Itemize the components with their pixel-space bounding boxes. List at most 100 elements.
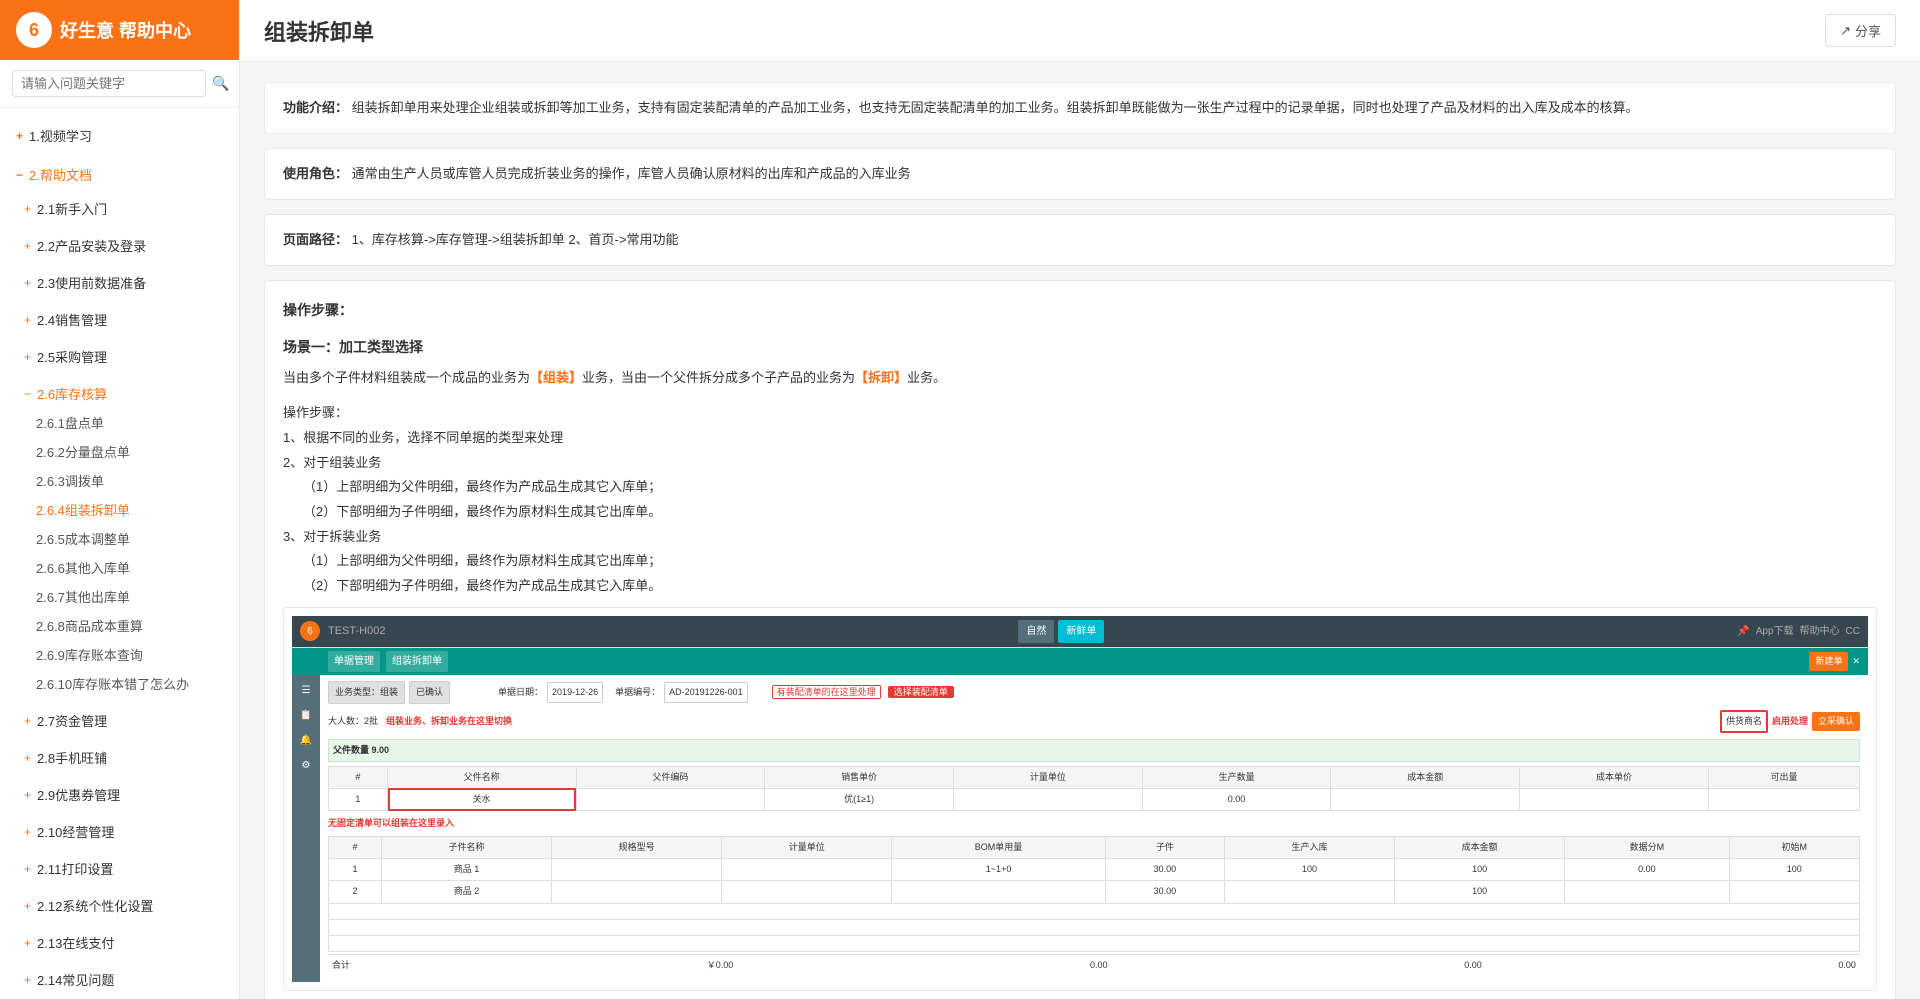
sidebar-sub-2-7-header[interactable]: + 2.7资金管理 [0, 706, 239, 735]
mock-cth-init: 初始M [1729, 837, 1859, 859]
sidebar-sub-2-5-header[interactable]: + 2.5采购管理 [0, 342, 239, 371]
sub-2-4-label: 2.4销售管理 [37, 310, 107, 329]
mock-ctd-init-1: 100 [1729, 859, 1859, 881]
mock-section-tabs: 单据管理 组装拆卸单 [328, 651, 448, 672]
sidebar-leaf-2-6-7[interactable]: 2.6.7其他出库单 [0, 582, 239, 611]
content-area: 功能介绍： 组装拆卸单用来处理企业组装或拆卸等加工业务，支持有固定装配清单的产品… [240, 62, 1920, 999]
mock-total-in: 0.00 [1090, 957, 1108, 974]
sidebar-sub-2-4-header[interactable]: + 2.4销售管理 [0, 305, 239, 334]
search-bar: 🔍 [0, 60, 239, 108]
mock-cth-cost: 成本金额 [1395, 837, 1565, 859]
mock-th-unit: 计量单位 [953, 766, 1142, 788]
role-block: 使用角色： 通常由生产人员或库管人员完成折装业务的操作，库管人员确认原材料的出库… [264, 148, 1896, 200]
sidebar-leaf-2-6-9[interactable]: 2.6.9库存账本查询 [0, 640, 239, 669]
ops-steps-label: 操作步骤： [283, 297, 1877, 324]
mock-icon-1: ☰ [302, 681, 311, 700]
scenario-1-label: 场景一：加工类型选择 [283, 334, 1877, 361]
sidebar-sub-2-3-header[interactable]: + 2.3使用前数据准备 [0, 268, 239, 297]
sidebar-sub-2-14: + 2.14常见问题 [0, 961, 239, 998]
mock-ctd-init-2 [1729, 881, 1859, 903]
sidebar-leaf-2-6-8[interactable]: 2.6.8商品成本重算 [0, 611, 239, 640]
mock-ctd-name-1: 商品 1 [381, 859, 551, 881]
mock-supplier-input: 供货商名 [1720, 710, 1768, 733]
table-row: 2 商品 2 30.00 100 [329, 881, 1860, 903]
path-block: 页面路径： 1、库存核算->库存管理->组装拆卸单 2、首页->常用功能 [264, 214, 1896, 266]
sub-2-12-label: 2.12系统个性化设置 [37, 896, 153, 915]
sidebar-leaf-2-6-5[interactable]: 2.6.5成本调整单 [0, 524, 239, 553]
mock-child-table-body: 1 商品 1 1~1+0 30.00 100 100 0.00 [329, 859, 1860, 951]
sidebar-leaf-2-6-10[interactable]: 2.6.10库存账本错了怎么办 [0, 669, 239, 698]
sidebar-sub-2-8-header[interactable]: + 2.8手机旺铺 [0, 743, 239, 772]
mock-bottom-annotation: 无固定清单可以组装在这里录入 [328, 815, 1860, 832]
table-row [329, 935, 1860, 951]
share-button[interactable]: ↗ 分享 [1825, 14, 1896, 47]
function-intro-text: 组装拆卸单用来处理企业组装或拆卸等加工业务，支持有固定装配清单的产品加工业务，也… [352, 100, 1639, 115]
sidebar-section-1: + 1.视频学习 [0, 116, 239, 155]
sub-2-14-label: 2.14常见问题 [37, 970, 114, 989]
mock-ctd-unit-1 [722, 859, 892, 881]
mock-parent-table: # 父件名称 父件编码 销售单价 计量单位 生产数量 成本金额 成本单价 可出量 [328, 766, 1860, 811]
sidebar-sub-2-2: + 2.2产品安装及登录 [0, 227, 239, 264]
mock-cth-data: 数据分M [1565, 837, 1729, 859]
table-row [329, 919, 1860, 935]
sidebar-sub-2-14-header[interactable]: + 2.14常见问题 [0, 965, 239, 994]
sidebar-sub-2-7: + 2.7资金管理 [0, 702, 239, 739]
mock-td-code [576, 789, 765, 811]
mock-icon-3: 🔔 [300, 731, 312, 750]
role-text: 通常由生产人员或库管人员完成折装业务的操作，库管人员确认原材料的出库和产成品的入… [352, 166, 911, 181]
step-1: 1、根据不同的业务，选择不同单据的类型来处理 [283, 426, 1877, 451]
mock-cth-name: 子件名称 [381, 837, 551, 859]
step-2: 2、对于组装业务 [283, 451, 1877, 476]
mock-th-cost: 成本金额 [1331, 766, 1520, 788]
mock-td-cost [1331, 789, 1520, 811]
sidebar-sub-2-1-header[interactable]: + 2.1新手入门 [0, 194, 239, 223]
sub-2-3-label: 2.3使用前数据准备 [37, 273, 146, 292]
sidebar-leaf-2-6-4[interactable]: 2.6.4组装拆卸单 [0, 495, 239, 524]
share-icon: ↗ [1840, 23, 1851, 39]
mock-close-x: ✕ [1852, 653, 1860, 670]
table-row: 1 关水 优(1≥1) 0.00 [329, 789, 1860, 811]
mock-type-annotation: 组装业务、拆卸业务在这里切换 [386, 716, 512, 726]
sidebar-sub-2-2-header[interactable]: + 2.2产品安装及登录 [0, 231, 239, 260]
search-icon[interactable]: 🔍 [212, 75, 229, 92]
sub-2-12-expand-icon: + [24, 899, 31, 913]
sub-2-1-expand-icon: + [24, 202, 31, 216]
sidebar-sub-2-11-header[interactable]: + 2.11打印设置 [0, 854, 239, 883]
mock-topbar-right: 📌 App下载 帮助中心 CC [1737, 622, 1860, 641]
sidebar-sub-2-9-header[interactable]: + 2.9优惠券管理 [0, 780, 239, 809]
sidebar-sub-2-4: + 2.4销售管理 [0, 301, 239, 338]
sidebar-sub-2-12: + 2.12系统个性化设置 [0, 887, 239, 924]
sidebar-leaf-2-6-6[interactable]: 2.6.6其他入库单 [0, 553, 239, 582]
mock-total-row: 合计 ￥0.00 0.00 0.00 0.00 [328, 954, 1860, 976]
mock-right-annotation: 启用处理 [1772, 713, 1808, 730]
mock-total-out: 0.00 [1464, 957, 1482, 974]
sidebar-section-2-header[interactable]: − 2.帮助文档 [0, 159, 239, 190]
mock-date-label: 单据日期： [498, 684, 543, 701]
mock-ctd-spec-2 [552, 881, 722, 903]
mock-td-unit-cost [1520, 789, 1709, 811]
sidebar-sub-2-13-header[interactable]: + 2.13在线支付 [0, 928, 239, 957]
mock-cth-spec: 规格型号 [552, 837, 722, 859]
sidebar-leaf-2-6-2[interactable]: 2.6.2分量盘点单 [0, 437, 239, 466]
mock-tabs: 自然 新鲜单 [393, 620, 1729, 643]
mock-confirm-btn: 立采确认 [1812, 712, 1860, 731]
mock-annotation-btn: 选择装配清单 [888, 686, 954, 698]
sidebar-sub-2-12-header[interactable]: + 2.12系统个性化设置 [0, 891, 239, 920]
sidebar-sub-2-6-header[interactable]: − 2.6库存核算 [0, 379, 239, 408]
mock-cth-bom: BOM单用量 [892, 837, 1106, 859]
mock-ctd-name-2: 商品 2 [381, 881, 551, 903]
mock-total-val: 0.00 [1838, 957, 1856, 974]
mock-th-qty: 生产数量 [1142, 766, 1331, 788]
sidebar-title: 好生意 帮助中心 [60, 17, 191, 43]
search-input[interactable] [12, 70, 206, 97]
mock-td-name: 关水 [387, 789, 576, 811]
steps-block: 操作步骤： 场景一：加工类型选择 当由多个子件材料组装成一个成品的业务为【组装】… [264, 280, 1896, 999]
sub-2-10-label: 2.10经营管理 [37, 822, 114, 841]
sidebar-leaf-2-6-1[interactable]: 2.6.1盘点单 [0, 408, 239, 437]
mock-ctd-in-1: 100 [1224, 859, 1394, 881]
screenshot-mock: 6 TEST-H002 自然 新鲜单 📌 App下载 帮助中心 CC [292, 616, 1868, 982]
sidebar-sub-2-10-header[interactable]: + 2.10经营管理 [0, 817, 239, 846]
sidebar-sub-2-13: + 2.13在线支付 [0, 924, 239, 961]
sidebar-section-1-header[interactable]: + 1.视频学习 [0, 120, 239, 151]
sidebar-leaf-2-6-3[interactable]: 2.6.3调拨单 [0, 466, 239, 495]
